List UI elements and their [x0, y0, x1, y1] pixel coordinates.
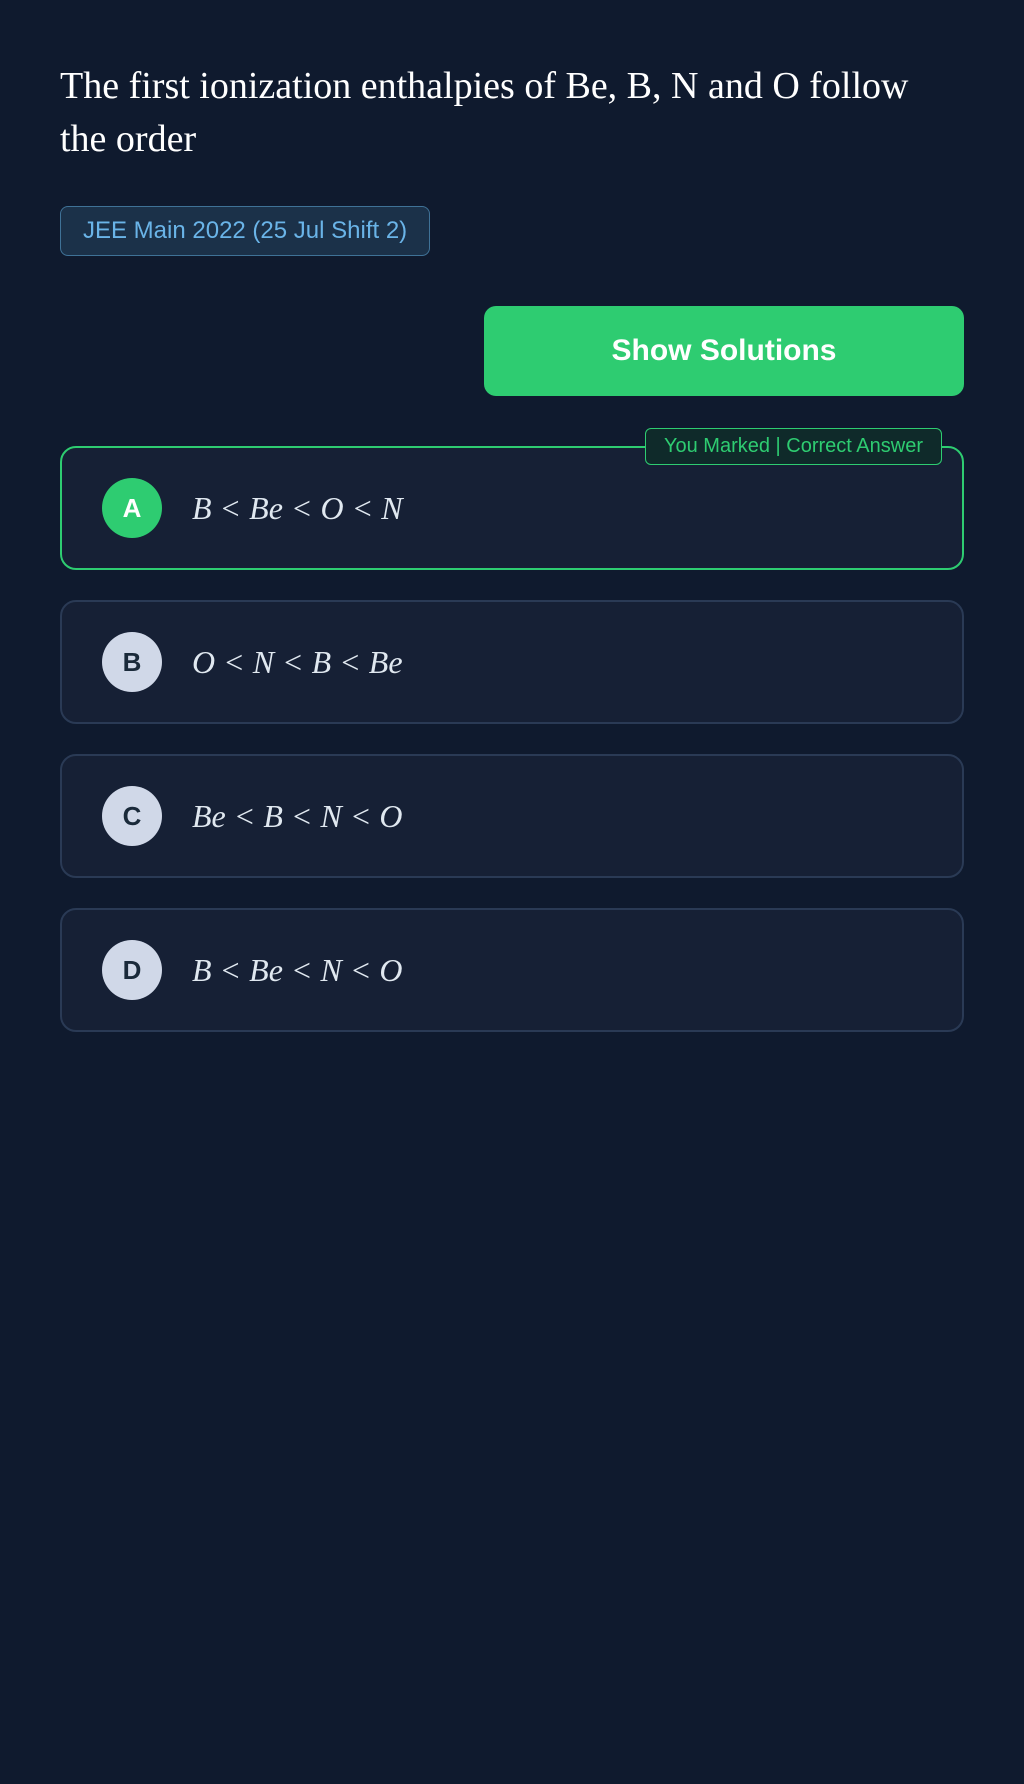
exam-tag-badge: JEE Main 2022 (25 Jul Shift 2) — [60, 206, 430, 256]
option-card-b[interactable]: B O < N < B < Be — [60, 600, 964, 724]
option-text-b: O < N < B < Be — [192, 644, 403, 681]
option-card-a[interactable]: You Marked | Correct Answer A B < Be < O… — [60, 446, 964, 570]
question-text: The first ionization enthalpies of Be, B… — [60, 60, 964, 166]
correct-answer-label: You Marked | Correct Answer — [645, 428, 942, 465]
option-text-a: B < Be < O < N — [192, 490, 403, 527]
option-bubble-d: D — [102, 940, 162, 1000]
option-text-c: Be < B < N < O — [192, 798, 403, 835]
option-card-d[interactable]: D B < Be < N < O — [60, 908, 964, 1032]
show-solutions-button[interactable]: Show Solutions — [484, 306, 964, 396]
option-bubble-b: B — [102, 632, 162, 692]
option-bubble-a: A — [102, 478, 162, 538]
option-card-c[interactable]: C Be < B < N < O — [60, 754, 964, 878]
option-text-d: B < Be < N < O — [192, 952, 403, 989]
options-container: You Marked | Correct Answer A B < Be < O… — [60, 446, 964, 1032]
option-bubble-c: C — [102, 786, 162, 846]
